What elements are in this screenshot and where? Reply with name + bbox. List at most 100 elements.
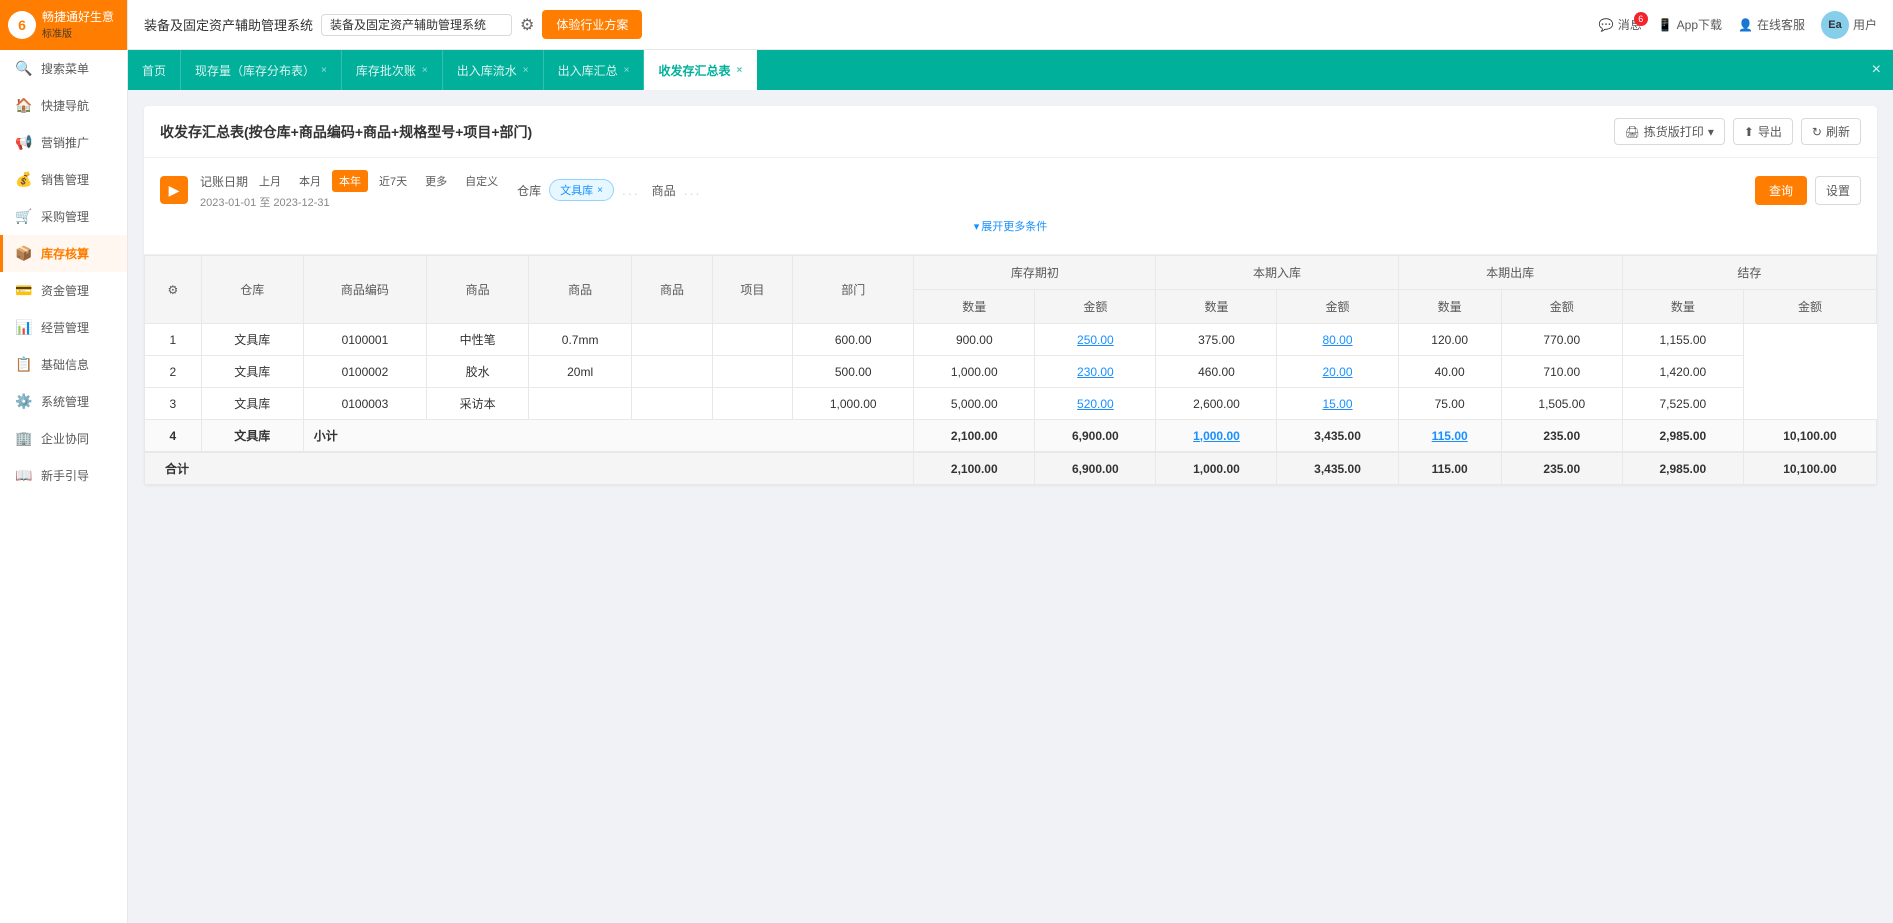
total-balance-qty: 2,985.00 — [1622, 452, 1743, 485]
subtotal-row: 4 文具库 小计 2,100.00 6,900.00 1,000.00 3,43… — [145, 420, 1877, 453]
cell-opening-qty: 1,000.00 — [793, 388, 914, 420]
topbar: 装备及固定资产辅助管理系统 装备及固定资产辅助管理系统 ⚙ 体验行业方案 💬 消… — [128, 0, 1893, 50]
tab-inout-summary[interactable]: 出入库汇总× — [544, 50, 645, 90]
filter-arrow-icon[interactable]: ▶ — [160, 176, 188, 204]
th-in-qty: 数量 — [1156, 290, 1277, 324]
logo-icon: 6 — [8, 11, 36, 39]
cell-out-amt: 75.00 — [1398, 388, 1501, 420]
date-opt-更多[interactable]: 更多 — [418, 170, 454, 192]
th-group-opening: 库存期初 — [914, 256, 1156, 290]
sidebar-item-quick-nav[interactable]: 🏠快捷导航 — [0, 87, 127, 124]
tab-recv-send[interactable]: 收发存汇总表× — [644, 50, 757, 90]
tab-close-inout-flow[interactable]: × — [523, 65, 529, 76]
sidebar-label-marketing: 营销推广 — [41, 134, 89, 151]
sidebar-icon-marketing: 📢 — [15, 134, 33, 151]
filter-date-group: 记账日期 上月本月本年近7天更多自定义 2023-01-01 至 2023-12… — [200, 170, 505, 210]
export-button[interactable]: ⬆ 导出 — [1733, 118, 1793, 145]
refresh-button[interactable]: ↻ 刷新 — [1801, 118, 1861, 145]
tab-close-stock-dist[interactable]: × — [321, 65, 327, 76]
cell-code: 0100002 — [303, 356, 426, 388]
tab-home[interactable]: 首页 — [128, 50, 181, 90]
date-opt-自定义[interactable]: 自定义 — [458, 170, 505, 192]
sidebar-item-operation[interactable]: 📊经营管理 — [0, 309, 127, 346]
tab-close-inout-summary[interactable]: × — [624, 65, 630, 76]
table-row: 1 文具库 0100001 中性笔 0.7mm 600.00 900.00 25… — [145, 324, 1877, 356]
warehouse-tag-close[interactable]: × — [597, 185, 603, 196]
table-row: 3 文具库 0100003 采访本 1,000.00 5,000.00 520.… — [145, 388, 1877, 420]
tab-stock-dist[interactable]: 现存量（库存分布表）× — [181, 50, 342, 90]
user-menu[interactable]: Ea 用户 — [1821, 11, 1877, 39]
cell-in-qty[interactable]: 520.00 — [1035, 388, 1156, 420]
sidebar: 6 畅捷通好生意 标准版 🔍搜索菜单🏠快捷导航📢营销推广💰销售管理🛒采购管理📦库… — [0, 0, 128, 923]
sidebar-item-purchase[interactable]: 🛒采购管理 — [0, 198, 127, 235]
tab-close-recv-send[interactable]: × — [736, 65, 742, 76]
th-name3: 商品 — [632, 256, 712, 324]
sidebar-item-sales[interactable]: 💰销售管理 — [0, 161, 127, 198]
tab-batch[interactable]: 库存批次账× — [342, 50, 443, 90]
th-opening-amt: 金额 — [1035, 290, 1156, 324]
template-print-button[interactable]: 🖨 拣货版打印 ▾ — [1614, 118, 1725, 145]
filter-expand-row: ▾ 展开更多条件 — [160, 218, 1861, 234]
cell-in-qty[interactable]: 250.00 — [1035, 324, 1156, 356]
goods-more-dots[interactable]: ... — [684, 182, 702, 198]
sidebar-label-search: 搜索菜单 — [41, 60, 89, 77]
tab-bar: 首页现存量（库存分布表）×库存批次账×出入库流水×出入库汇总×收发存汇总表×× — [128, 50, 1893, 90]
sidebar-item-basic[interactable]: 📋基础信息 — [0, 346, 127, 383]
trial-button[interactable]: 体验行业方案 — [542, 10, 642, 39]
cell-warehouse: 文具库 — [201, 356, 303, 388]
cell-balance-qty: 770.00 — [1501, 324, 1622, 356]
sidebar-item-system[interactable]: ⚙️系统管理 — [0, 383, 127, 420]
cell-balance-amt: 7,525.00 — [1622, 388, 1743, 420]
sidebar-item-search[interactable]: 🔍搜索菜单 — [0, 50, 127, 87]
cell-out-qty[interactable]: 20.00 — [1277, 356, 1398, 388]
cell-out-qty[interactable]: 15.00 — [1277, 388, 1398, 420]
cell-balance-amt: 1,420.00 — [1622, 356, 1743, 388]
tab-inout-flow[interactable]: 出入库流水× — [443, 50, 544, 90]
filter-settings-button[interactable]: 设置 — [1815, 176, 1861, 205]
total-in-amt: 3,435.00 — [1277, 452, 1398, 485]
sidebar-item-finance[interactable]: 💳资金管理 — [0, 272, 127, 309]
tabs-close-all[interactable]: × — [1860, 61, 1893, 79]
cell-spec — [529, 388, 632, 420]
cell-balance-qty: 1,505.00 — [1501, 388, 1622, 420]
cell-name: 胶水 — [427, 356, 529, 388]
warehouse-tag[interactable]: 文具库 × — [549, 179, 614, 201]
sidebar-item-guide[interactable]: 📖新手引导 — [0, 457, 127, 494]
app-download-container[interactable]: 📱 App下载 — [1658, 16, 1722, 33]
settings-button[interactable]: ⚙ — [520, 15, 534, 35]
subtotal-out-amt: 235.00 — [1501, 420, 1622, 453]
query-button[interactable]: 查询 — [1755, 176, 1807, 205]
cell-in-amt: 460.00 — [1156, 356, 1277, 388]
message-badge-container[interactable]: 💬 消息 6 — [1599, 16, 1642, 33]
sidebar-icon-purchase: 🛒 — [15, 208, 33, 225]
warehouse-more-dots[interactable]: ... — [622, 182, 640, 198]
goods-label: 商品 — [652, 182, 676, 199]
cell-out-qty[interactable]: 80.00 — [1277, 324, 1398, 356]
cell-in-qty[interactable]: 230.00 — [1035, 356, 1156, 388]
cell-name: 中性笔 — [427, 324, 529, 356]
cell-out-amt: 120.00 — [1398, 324, 1501, 356]
tab-close-batch[interactable]: × — [422, 65, 428, 76]
date-opt-本月[interactable]: 本月 — [292, 170, 328, 192]
message-count: 6 — [1634, 12, 1648, 26]
total-balance-amt: 10,100.00 — [1743, 452, 1876, 485]
date-opt-本年[interactable]: 本年 — [332, 170, 368, 192]
th-group-out: 本期出库 — [1398, 256, 1622, 290]
th-gear[interactable]: ⚙ — [145, 256, 202, 324]
chevron-down-icon: ▾ — [1708, 125, 1714, 139]
date-opt-近7天[interactable]: 近7天 — [372, 170, 414, 192]
subtotal-in-amt: 3,435.00 — [1277, 420, 1398, 453]
cell-spec: 0.7mm — [529, 324, 632, 356]
expand-conditions-button[interactable]: ▾ 展开更多条件 — [974, 218, 1048, 234]
total-opening-qty: 2,100.00 — [914, 452, 1035, 485]
sidebar-label-quick-nav: 快捷导航 — [41, 97, 89, 114]
sidebar-item-inventory[interactable]: 📦库存核算 — [0, 235, 127, 272]
cell-project — [632, 356, 712, 388]
system-selector[interactable]: 装备及固定资产辅助管理系统 — [321, 14, 512, 36]
sidebar-item-enterprise[interactable]: 🏢企业协同 — [0, 420, 127, 457]
online-service-container[interactable]: 👤 在线客服 — [1738, 16, 1805, 33]
date-opt-上月[interactable]: 上月 — [252, 170, 288, 192]
sidebar-item-marketing[interactable]: 📢 营销推广 — [0, 124, 127, 161]
sidebar-icon-inventory: 📦 — [15, 245, 33, 262]
main-card: 收发存汇总表(按仓库+商品编码+商品+规格型号+项目+部门) 🖨 拣货版打印 ▾… — [144, 106, 1877, 485]
